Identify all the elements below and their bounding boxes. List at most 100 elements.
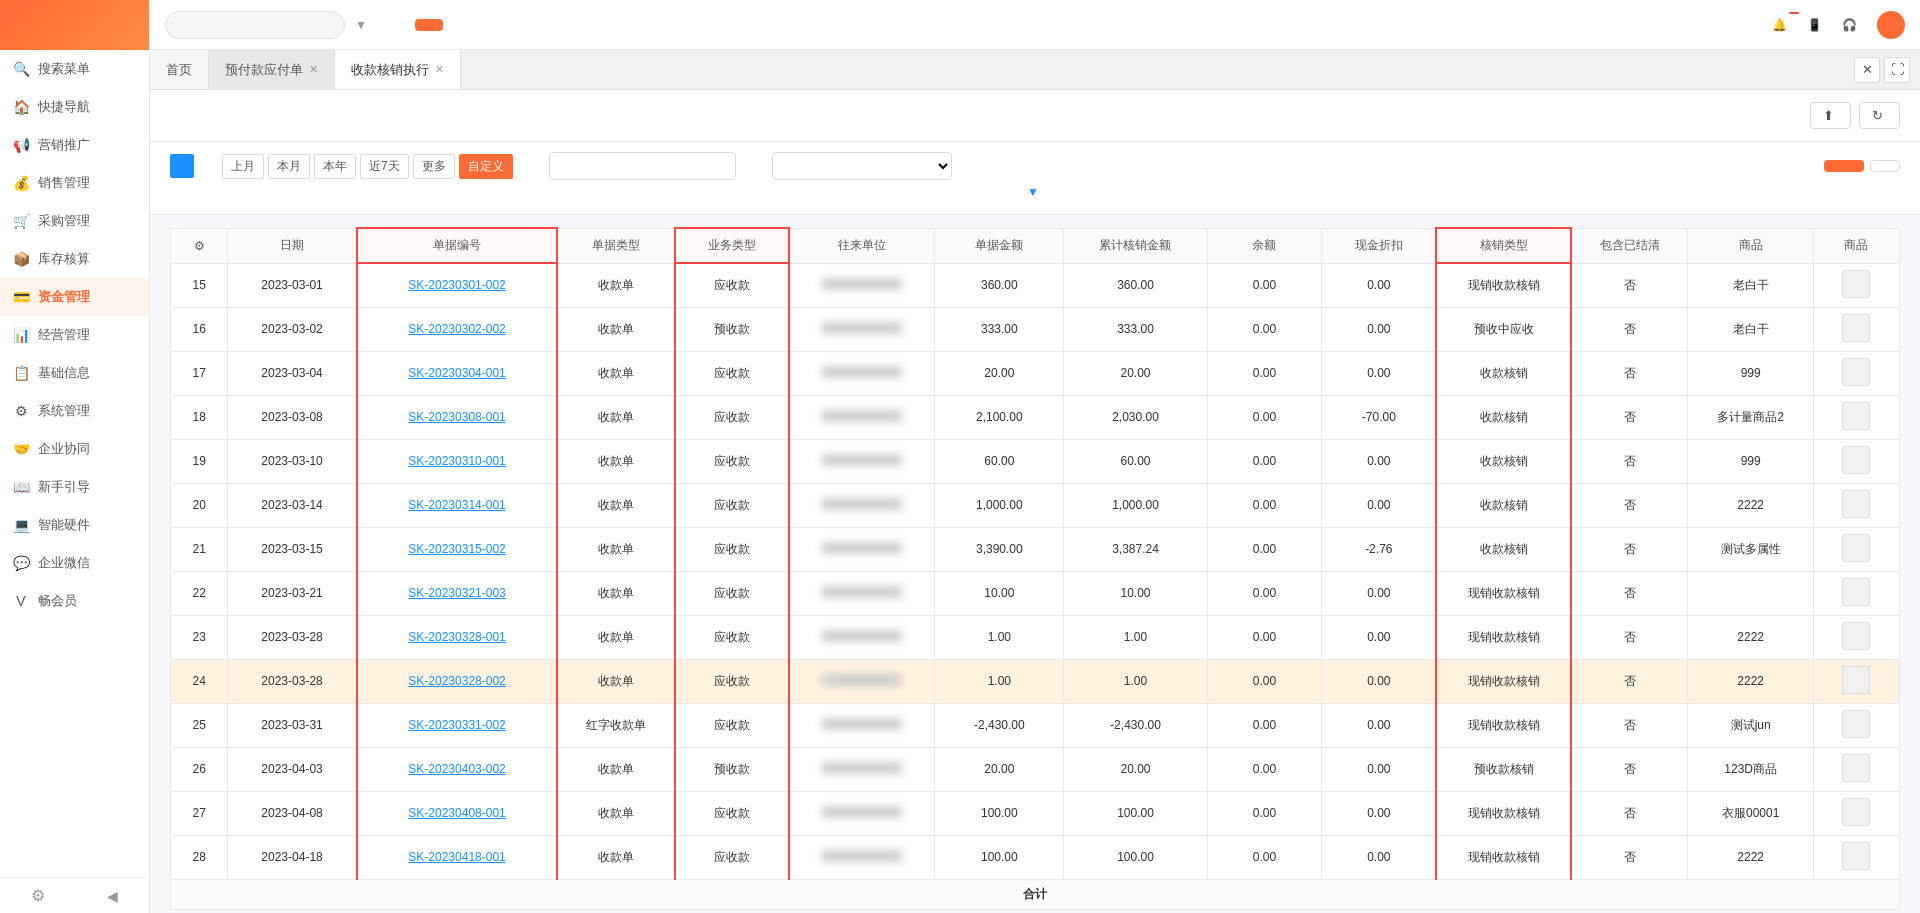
sidebar-item-基础信息[interactable]: 📋基础信息 xyxy=(0,354,149,392)
doc-no-link[interactable]: SK-20230321-003 xyxy=(408,586,505,600)
cell-doc_type: 收款单 xyxy=(557,483,674,527)
col-header-biz_type: 业务类型 xyxy=(675,228,790,263)
cell-date: 2023-04-08 xyxy=(228,791,357,835)
sidebar-item-label: 基础信息 xyxy=(38,364,90,382)
cell-write_off_type: 现销收款核销 xyxy=(1436,659,1571,703)
sidebar-item-快捷导航[interactable]: 🏠快捷导航 xyxy=(0,88,149,126)
cell-write_off_type: 收款核销 xyxy=(1436,395,1571,439)
cell-doc_no[interactable]: SK-20230328-001 xyxy=(357,615,558,659)
query-button[interactable] xyxy=(1824,160,1864,172)
doc-no-link[interactable]: SK-20230408-001 xyxy=(408,806,505,820)
sidebar-item-系统管理[interactable]: ⚙系统管理 xyxy=(0,392,149,430)
cell-goods2 xyxy=(1813,747,1899,791)
cell-balance: 0.00 xyxy=(1207,747,1322,791)
cell-goods: 123D商品 xyxy=(1688,747,1814,791)
doc-no-link[interactable]: SK-20230418-001 xyxy=(408,850,505,864)
cell-cash_discount: 0.00 xyxy=(1322,439,1437,483)
doctype-select[interactable] xyxy=(772,152,952,180)
last-7days-btn[interactable]: 近7天 xyxy=(360,154,409,179)
sidebar-item-销售管理[interactable]: 💰销售管理 xyxy=(0,164,149,202)
tab-close-icon[interactable]: ✕ xyxy=(435,63,444,76)
sidebar-item-资金管理[interactable]: 💳资金管理 xyxy=(0,278,149,316)
topbar-dropdown-arrow[interactable]: ▼ xyxy=(355,18,367,32)
setting-button[interactable] xyxy=(1870,160,1900,172)
partner-input[interactable] xyxy=(549,152,736,180)
sidebar-item-智能硬件[interactable]: 💻智能硬件 xyxy=(0,506,149,544)
col-header-goods: 商品 xyxy=(1688,228,1814,263)
export-button[interactable]: ⬆ xyxy=(1810,102,1851,129)
cell-doc_no[interactable]: SK-20230310-001 xyxy=(357,439,558,483)
cell-doc_no[interactable]: SK-20230403-002 xyxy=(357,747,558,791)
cell-biz_type: 预收款 xyxy=(675,747,790,791)
sidebar-item-经营管理[interactable]: 📊经营管理 xyxy=(0,316,149,354)
last-month-btn[interactable]: 上月 xyxy=(222,154,264,179)
cell-doc_type: 收款单 xyxy=(557,263,674,307)
cell-doc_no[interactable]: SK-20230302-002 xyxy=(357,307,558,351)
cell-doc_no[interactable]: SK-20230321-003 xyxy=(357,571,558,615)
doc-no-link[interactable]: SK-20230315-002 xyxy=(408,542,505,556)
sidebar-item-畅会员[interactable]: V畅会员 xyxy=(0,582,149,620)
sidebar-item-采购管理[interactable]: 🛒采购管理 xyxy=(0,202,149,240)
topbar-gear-btn[interactable] xyxy=(377,11,405,39)
cell-doc_no[interactable]: SK-20230314-001 xyxy=(357,483,558,527)
sidebar-item-营销推广[interactable]: 📢营销推广 xyxy=(0,126,149,164)
doc-no-link[interactable]: SK-20230403-002 xyxy=(408,762,505,776)
cell-written_off: 60.00 xyxy=(1064,439,1207,483)
topbar-search-input[interactable] xyxy=(165,11,345,39)
cell-doc_no[interactable]: SK-20230301-002 xyxy=(357,263,558,307)
cell-balance: 0.00 xyxy=(1207,527,1322,571)
doc-no-link[interactable]: SK-20230331-002 xyxy=(408,718,505,732)
sidebar-item-icon: V xyxy=(12,592,30,610)
cell-doc_no[interactable]: SK-20230331-002 xyxy=(357,703,558,747)
doc-no-link[interactable]: SK-20230301-002 xyxy=(408,278,505,292)
notice-icon: 🔔 xyxy=(1772,18,1787,32)
table-footer-row: 合计 xyxy=(171,879,1900,909)
cell-doc_no[interactable]: SK-20230408-001 xyxy=(357,791,558,835)
filter-expand-btn[interactable] xyxy=(170,154,194,178)
doc-no-link[interactable]: SK-20230328-002 xyxy=(408,674,505,688)
doc-no-link[interactable]: SK-20230308-001 xyxy=(408,410,505,424)
refresh-button[interactable]: ↻ xyxy=(1859,102,1900,129)
cell-partner: ██████ xyxy=(789,395,934,439)
doc-no-link[interactable]: SK-20230302-002 xyxy=(408,322,505,336)
sidebar-item-新手引导[interactable]: 📖新手引导 xyxy=(0,468,149,506)
doc-no-link[interactable]: SK-20230310-001 xyxy=(408,454,505,468)
tab-0[interactable]: 首页 xyxy=(150,50,209,89)
custom-date-btn[interactable]: 自定义 xyxy=(459,154,513,179)
doc-no-link[interactable]: SK-20230314-001 xyxy=(408,498,505,512)
tab-close-icon[interactable]: ✕ xyxy=(309,63,318,76)
cell-balance: 0.00 xyxy=(1207,659,1322,703)
col-header-idx: ⚙ xyxy=(171,228,228,263)
notice-button[interactable]: 🔔 xyxy=(1772,18,1791,32)
collapse-icon[interactable]: ◀ xyxy=(107,888,118,904)
settings-icon[interactable]: ⚙ xyxy=(31,886,45,905)
user-avatar[interactable] xyxy=(1877,11,1905,39)
sidebar-item-企业微信[interactable]: 💬企业微信 xyxy=(0,544,149,582)
sidebar-item-库存核算[interactable]: 📦库存核算 xyxy=(0,240,149,278)
expand-more-btn[interactable]: ▼ xyxy=(170,180,1900,204)
more-date-btn[interactable]: 更多 xyxy=(413,154,455,179)
sidebar-item-企业协同[interactable]: 🤝企业协同 xyxy=(0,430,149,468)
cell-cash_discount: 0.00 xyxy=(1322,659,1437,703)
cell-doc_no[interactable]: SK-20230304-001 xyxy=(357,351,558,395)
table-row: 242023-03-28SK-20230328-002收款单应收款██████1… xyxy=(171,659,1900,703)
data-table: ⚙日期单据编号单据类型业务类型往来单位单据金额累计核销金额余额现金折扣核销类型包… xyxy=(170,227,1900,910)
solution-button[interactable] xyxy=(415,19,443,31)
this-month-btn[interactable]: 本月 xyxy=(268,154,310,179)
cell-doc_no[interactable]: SK-20230328-002 xyxy=(357,659,558,703)
tab-2[interactable]: 收款核销执行✕ xyxy=(335,50,461,89)
tab-1[interactable]: 预付款应付单✕ xyxy=(209,50,335,89)
tab-expand-btn[interactable]: ⛶ xyxy=(1884,57,1910,83)
app-download-button[interactable]: 📱 xyxy=(1807,18,1826,32)
cell-doc_no[interactable]: SK-20230315-002 xyxy=(357,527,558,571)
tab-close-all-btn[interactable]: ✕ xyxy=(1854,57,1880,83)
doc-no-link[interactable]: SK-20230304-001 xyxy=(408,366,505,380)
service-button[interactable]: 🎧 xyxy=(1842,18,1861,32)
cell-doc_no[interactable]: SK-20230418-001 xyxy=(357,835,558,879)
sidebar-item-搜索菜单[interactable]: 🔍搜索菜单 xyxy=(0,50,149,88)
doc-no-link[interactable]: SK-20230328-001 xyxy=(408,630,505,644)
cell-doc_no[interactable]: SK-20230308-001 xyxy=(357,395,558,439)
cell-amount: 360.00 xyxy=(935,263,1064,307)
goods-thumbnail xyxy=(1842,270,1870,298)
this-year-btn[interactable]: 本年 xyxy=(314,154,356,179)
